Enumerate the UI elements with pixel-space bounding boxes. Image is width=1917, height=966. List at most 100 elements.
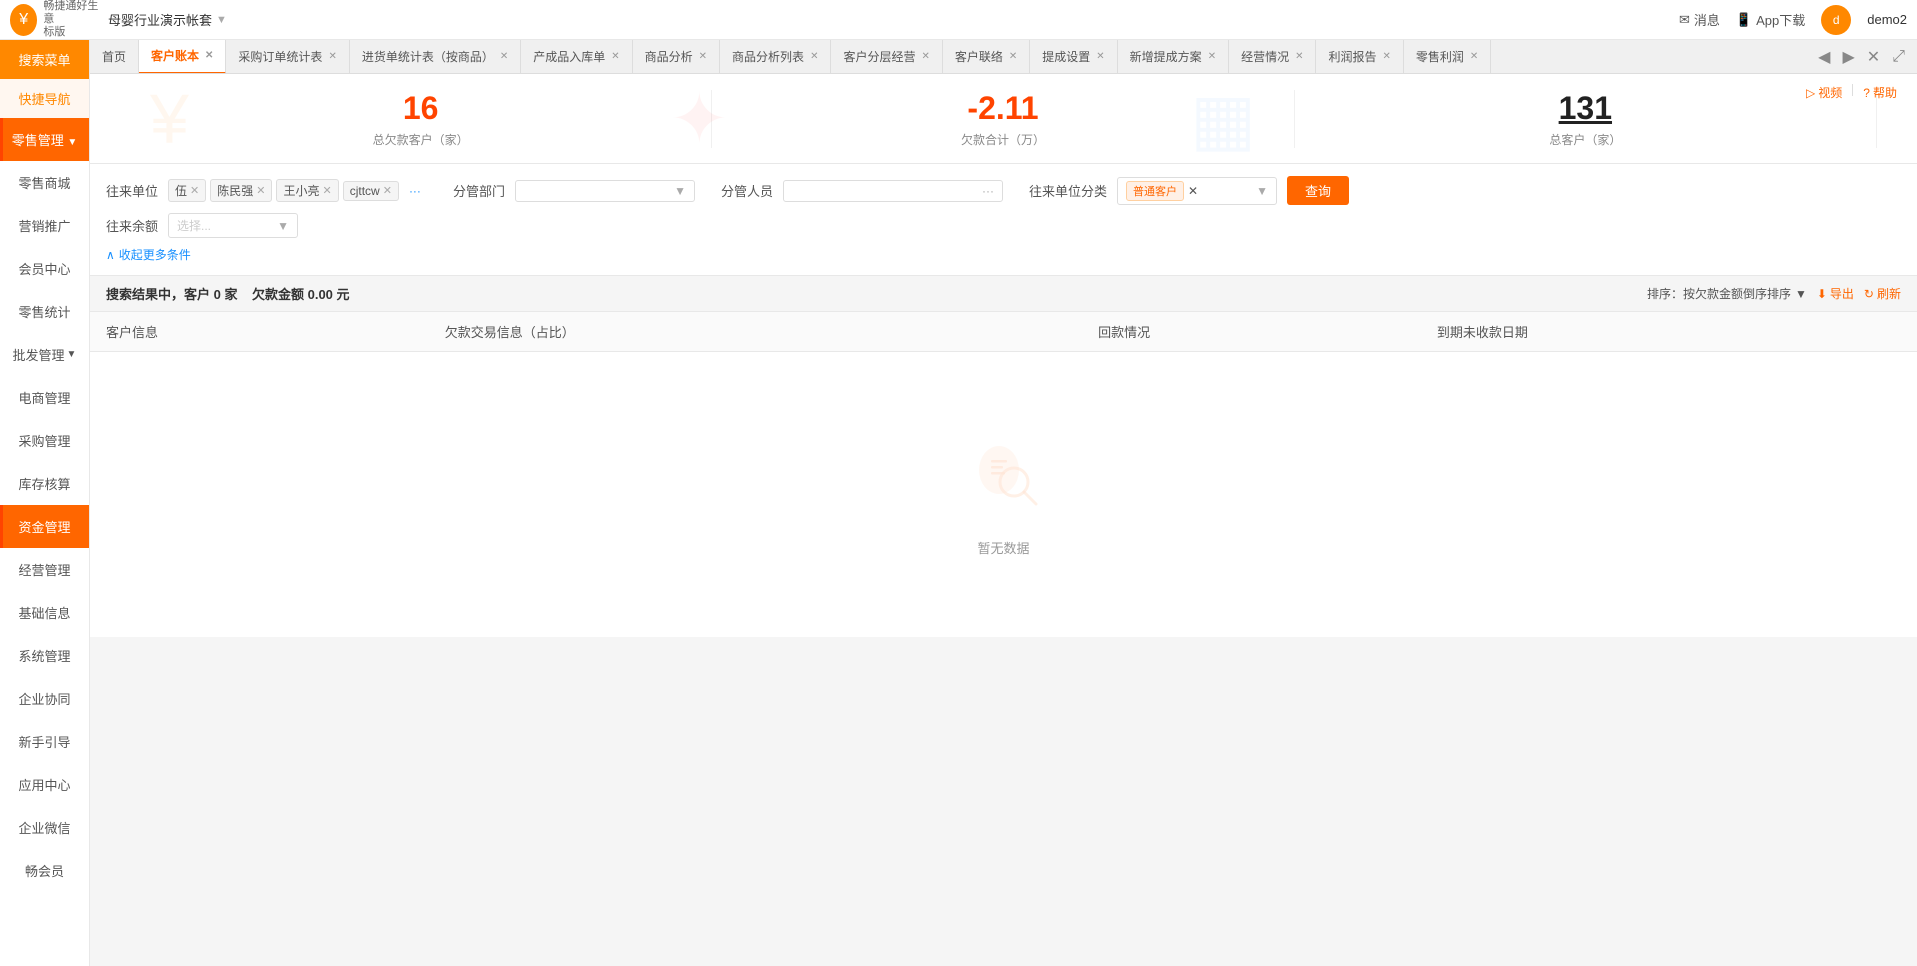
- page-content: ¥ ✦ ▦ 16 总欠款客户（家） -2.11 欠款合计（万） 131 总客户（…: [90, 74, 1917, 966]
- tab-scroll-left[interactable]: ◀: [1814, 47, 1834, 67]
- tab-new-commission[interactable]: 新增提成方案 ✕: [1118, 40, 1229, 74]
- refresh-icon: ↻: [1864, 287, 1874, 301]
- tab-home[interactable]: 首页: [90, 40, 139, 74]
- filter-row-1: 往来单位 伍 ✕ 陈民强 ✕ 王小亮: [106, 176, 1901, 205]
- help-action[interactable]: ? 帮助: [1863, 84, 1897, 101]
- divider: [1852, 84, 1853, 96]
- sidebar-item-retail-mall[interactable]: 零售商城: [0, 161, 89, 204]
- category-dropdown[interactable]: 普通客户 ✕ ▼: [1117, 177, 1277, 205]
- sidebar: 搜索菜单 快捷导航 零售管理 ▼ 零售商城 营销推广 会员中心 零售统计 批: [0, 40, 90, 966]
- header-left: ¥ 畅捷通好生意 标版 母婴行业演示帐套 ▼: [10, 0, 227, 39]
- person-multi[interactable]: ···: [783, 180, 1003, 202]
- close-tab-customer-tier[interactable]: ✕: [921, 51, 929, 62]
- sidebar-item-purchase[interactable]: 采购管理: [0, 419, 89, 462]
- tab-customer-ledger[interactable]: 客户账本 ✕: [139, 40, 226, 74]
- tab-scroll-right[interactable]: ▶: [1838, 47, 1858, 67]
- sidebar-item-basic-info[interactable]: 基础信息: [0, 591, 89, 634]
- query-button[interactable]: 查询: [1287, 176, 1349, 205]
- dept-dropdown[interactable]: ▼: [515, 180, 695, 202]
- sort-label: 排序：按欠款金额倒序排序: [1647, 285, 1791, 302]
- person-label: 分管人员: [721, 181, 773, 200]
- close-tab-customer-ledger[interactable]: ✕: [205, 50, 213, 61]
- tag-more[interactable]: ···: [403, 182, 427, 200]
- close-tab-goods-analysis-list[interactable]: ✕: [810, 51, 818, 62]
- sidebar-item-wholesale[interactable]: 批发管理 ▼: [0, 333, 89, 376]
- close-tab-purchase-stats[interactable]: ✕: [328, 51, 336, 62]
- close-tab-inbound-stats[interactable]: ✕: [500, 51, 508, 62]
- remove-category[interactable]: ✕: [1188, 184, 1198, 198]
- message-button[interactable]: ✉ 消息: [1679, 10, 1720, 29]
- dept-arrow-icon: ▼: [674, 184, 686, 198]
- close-tab-goods-analysis[interactable]: ✕: [699, 51, 707, 62]
- sidebar-item-retail-stats[interactable]: 零售统计: [0, 290, 89, 333]
- tab-retail-profit[interactable]: 零售利润 ✕: [1404, 40, 1491, 74]
- sidebar-item-inventory[interactable]: 库存核算: [0, 462, 89, 505]
- tab-production[interactable]: 产成品入库单 ✕: [521, 40, 632, 74]
- avatar-label: d: [1833, 13, 1840, 27]
- close-tab-production[interactable]: ✕: [611, 51, 619, 62]
- tab-goods-analysis-list[interactable]: 商品分析列表 ✕: [720, 40, 831, 74]
- tab-close-all[interactable]: ✕: [1863, 47, 1884, 67]
- close-tab-retail-profit[interactable]: ✕: [1470, 51, 1478, 62]
- sidebar-item-member-center[interactable]: 会员中心: [0, 247, 89, 290]
- sidebar-search[interactable]: 搜索菜单: [0, 40, 89, 79]
- close-tab-operations[interactable]: ✕: [1295, 51, 1303, 62]
- remove-tag-wang[interactable]: ✕: [323, 184, 332, 197]
- tab-commission-settings[interactable]: 提成设置 ✕: [1030, 40, 1117, 74]
- account-selector[interactable]: 母婴行业演示帐套 ▼: [108, 10, 227, 29]
- collapse-button[interactable]: ∧ 收起更多条件: [106, 246, 1901, 263]
- remove-tag-wu[interactable]: ✕: [190, 184, 199, 197]
- sidebar-item-finance[interactable]: 资金管理: [0, 505, 89, 548]
- download-icon: 📱: [1736, 12, 1752, 28]
- tab-customer-tier[interactable]: 客户分层经营 ✕: [831, 40, 942, 74]
- close-tab-profit-report[interactable]: ✕: [1383, 51, 1391, 62]
- close-tab-commission-settings[interactable]: ✕: [1096, 51, 1104, 62]
- bg-icon-1: ¥: [150, 79, 189, 159]
- sort-arrow-icon: ▼: [1795, 287, 1807, 301]
- sidebar-item-ecommerce[interactable]: 电商管理: [0, 376, 89, 419]
- bg-icon-3: ▦: [1190, 78, 1256, 160]
- tab-operations[interactable]: 经营情况 ✕: [1229, 40, 1316, 74]
- sidebar-item-app-center[interactable]: 应用中心: [0, 763, 89, 806]
- balance-dropdown[interactable]: 选择... ▼: [168, 213, 298, 238]
- sidebar-item-member[interactable]: 畅会员: [0, 849, 89, 892]
- close-tab-customer-contact[interactable]: ✕: [1009, 51, 1017, 62]
- tag-cjttcw: cjttcw ✕: [343, 181, 399, 201]
- category-tag: 普通客户: [1126, 181, 1184, 201]
- tab-maximize[interactable]: ⤢: [1888, 48, 1909, 66]
- stat-label-debt: 欠款合计（万）: [961, 131, 1045, 148]
- close-tab-new-commission[interactable]: ✕: [1208, 51, 1216, 62]
- tag-wu: 伍 ✕: [168, 179, 206, 202]
- sidebar-item-enterprise-wechat[interactable]: 企业微信: [0, 806, 89, 849]
- tag-chenminqiang: 陈民强 ✕: [210, 179, 272, 202]
- sidebar-item-marketing[interactable]: 营销推广: [0, 204, 89, 247]
- sidebar-item-enterprise-collab[interactable]: 企业协同: [0, 677, 89, 720]
- col-customer-info: 客户信息: [90, 312, 429, 352]
- video-action[interactable]: ▷ 视频: [1806, 84, 1842, 101]
- refresh-button[interactable]: ↻ 刷新: [1864, 285, 1901, 302]
- sort-control[interactable]: 排序：按欠款金额倒序排序 ▼: [1647, 285, 1807, 302]
- app-download-button[interactable]: 📱 App下载: [1736, 10, 1805, 29]
- sidebar-quick-nav[interactable]: 快捷导航: [0, 79, 89, 118]
- sidebar-item-operations[interactable]: 经营管理: [0, 548, 89, 591]
- stat-all-customers: 131 总客户（家）: [1295, 90, 1877, 148]
- avatar[interactable]: d: [1821, 5, 1851, 35]
- remove-tag-chen[interactable]: ✕: [256, 184, 265, 197]
- results-info: 搜索结果中，客户 0 家 欠款金额 0.00 元: [106, 284, 350, 303]
- sidebar-item-retail-management[interactable]: 零售管理 ▼: [0, 118, 89, 161]
- export-icon: ⬇: [1817, 287, 1827, 301]
- logo-text: 畅捷通好生意 标版: [43, 0, 100, 39]
- export-button[interactable]: ⬇ 导出: [1817, 285, 1854, 302]
- tab-inbound-stats[interactable]: 进货单统计表（按商品） ✕: [350, 40, 521, 74]
- tab-profit-report[interactable]: 利润报告 ✕: [1316, 40, 1403, 74]
- stat-total-customers: 16 总欠款客户（家）: [130, 90, 712, 148]
- tab-goods-analysis[interactable]: 商品分析 ✕: [633, 40, 720, 74]
- sidebar-item-system[interactable]: 系统管理: [0, 634, 89, 677]
- remove-tag-cjttcw[interactable]: ✕: [383, 184, 392, 197]
- results-actions: 排序：按欠款金额倒序排序 ▼ ⬇ 导出 ↻ 刷新: [1647, 285, 1901, 302]
- header-right: ✉ 消息 📱 App下载 d demo2: [1679, 5, 1907, 35]
- filter-row-2: 往来余额 选择... ▼: [106, 213, 1901, 238]
- tab-purchase-stats[interactable]: 采购订单统计表 ✕: [226, 40, 349, 74]
- tab-customer-contact[interactable]: 客户联络 ✕: [943, 40, 1030, 74]
- sidebar-item-new-guide[interactable]: 新手引导: [0, 720, 89, 763]
